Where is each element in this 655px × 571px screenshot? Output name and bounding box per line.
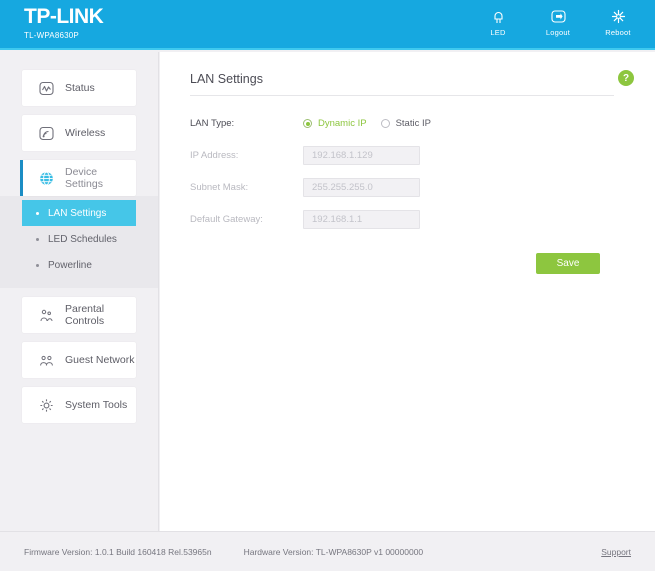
sidebar-item-wireless[interactable]: Wireless	[22, 115, 136, 151]
sidebar-item-label: Guest Network	[65, 354, 135, 366]
reboot-icon	[611, 8, 626, 25]
led-button[interactable]: LED	[477, 8, 519, 37]
reboot-button[interactable]: Reboot	[597, 8, 639, 37]
sidebar-item-label: System Tools	[65, 399, 128, 411]
led-label: LED	[490, 28, 506, 37]
sidebar-item-label: Wireless	[65, 127, 106, 139]
ip-address-label: IP Address:	[190, 150, 239, 161]
logout-label: Logout	[545, 28, 571, 37]
sidebar-item-guest-network[interactable]: Guest Network	[22, 342, 136, 378]
radio-dynamic-ip[interactable]: Dynamic IP	[303, 118, 367, 129]
sidebar-subitem-label: LAN Settings	[48, 207, 107, 219]
brand-name: TP-LINK	[24, 5, 104, 28]
radio-mark-icon	[303, 119, 312, 128]
gear-icon	[38, 397, 54, 413]
subnet-mask-input[interactable]	[303, 178, 420, 197]
radio-static-ip[interactable]: Static IP	[380, 118, 431, 129]
logout-icon	[550, 8, 566, 25]
header-tools: LED Logout Reboot	[477, 8, 639, 37]
lan-type-radio-group: Dynamic IP Static IP	[303, 118, 431, 129]
parental-controls-icon	[38, 307, 54, 323]
subnet-mask-row: Subnet Mask:	[190, 177, 627, 198]
save-button[interactable]: Save	[536, 253, 600, 274]
ip-address-row: IP Address:	[190, 145, 627, 166]
globe-icon	[38, 170, 54, 186]
sidebar-subitem-led-schedules[interactable]: LED Schedules	[0, 226, 158, 252]
radio-mark-icon	[380, 119, 390, 128]
default-gateway-row: Default Gateway:	[190, 209, 627, 230]
reboot-label: Reboot	[605, 28, 631, 37]
sidebar-subitem-label: LED Schedules	[48, 233, 117, 245]
sidebar-item-label: Status	[65, 82, 95, 94]
hardware-version: Hardware Version: TL-WPA8630P v1 0000000…	[243, 546, 424, 557]
help-icon[interactable]: ?	[618, 70, 634, 86]
sidebar-subitem-lan-settings[interactable]: LAN Settings	[22, 200, 136, 226]
device-model: TL-WPA8630P	[24, 31, 79, 40]
content-panel: LAN Settings ? LAN Type: Dynamic IP Stat…	[160, 52, 655, 531]
sidebar-item-label: Device Settings	[65, 166, 103, 190]
lan-type-row: LAN Type: Dynamic IP Static IP	[190, 113, 627, 134]
bullet-icon	[36, 237, 39, 241]
guest-network-icon	[38, 352, 54, 368]
wireless-signal-icon	[38, 125, 54, 141]
app-header: TP-LINK TL-WPA8630P LED Logout Reboot	[0, 0, 655, 50]
status-waveform-icon	[38, 80, 54, 96]
bullet-icon	[36, 211, 39, 215]
sidebar-subitem-powerline[interactable]: Powerline	[0, 252, 158, 278]
radio-label: Dynamic IP	[318, 118, 367, 129]
sidebar-subitem-label: Powerline	[48, 259, 92, 271]
brand-block: TP-LINK TL-WPA8630P	[24, 5, 104, 41]
default-gateway-label: Default Gateway:	[190, 214, 263, 225]
sidebar-item-system-tools[interactable]: System Tools	[22, 387, 136, 423]
router-admin-page: TP-LINK TL-WPA8630P LED Logout Reboot St…	[0, 0, 655, 571]
sidebar-item-status[interactable]: Status	[22, 70, 136, 106]
logout-button[interactable]: Logout	[537, 8, 579, 37]
lan-type-label: LAN Type:	[190, 118, 235, 129]
support-link[interactable]: Support	[601, 547, 631, 557]
lan-settings-form: LAN Type: Dynamic IP Static IP IP Addres…	[190, 113, 627, 274]
sidebar-item-device-settings[interactable]: Device Settings	[20, 160, 136, 196]
default-gateway-input[interactable]	[303, 210, 420, 229]
radio-label: Static IP	[395, 118, 431, 129]
sidebar-item-label: Parental Controls	[65, 303, 105, 327]
form-actions: Save	[190, 253, 627, 274]
page-title: LAN Settings	[190, 72, 263, 86]
ip-address-input[interactable]	[303, 146, 420, 165]
footer: Firmware Version: 1.0.1 Build 160418 Rel…	[0, 531, 655, 571]
panel-header: LAN Settings ?	[190, 70, 634, 96]
bullet-icon	[36, 263, 39, 267]
subnet-mask-label: Subnet Mask:	[190, 182, 249, 193]
firmware-version: Firmware Version: 1.0.1 Build 160418 Rel…	[24, 546, 212, 557]
led-icon	[492, 8, 505, 25]
device-settings-submenu: LAN Settings LED Schedules Powerline	[0, 196, 158, 288]
sidebar: Status Wireless Device Settings LAN Sett…	[0, 52, 159, 531]
sidebar-item-parental-controls[interactable]: Parental Controls	[22, 297, 136, 333]
